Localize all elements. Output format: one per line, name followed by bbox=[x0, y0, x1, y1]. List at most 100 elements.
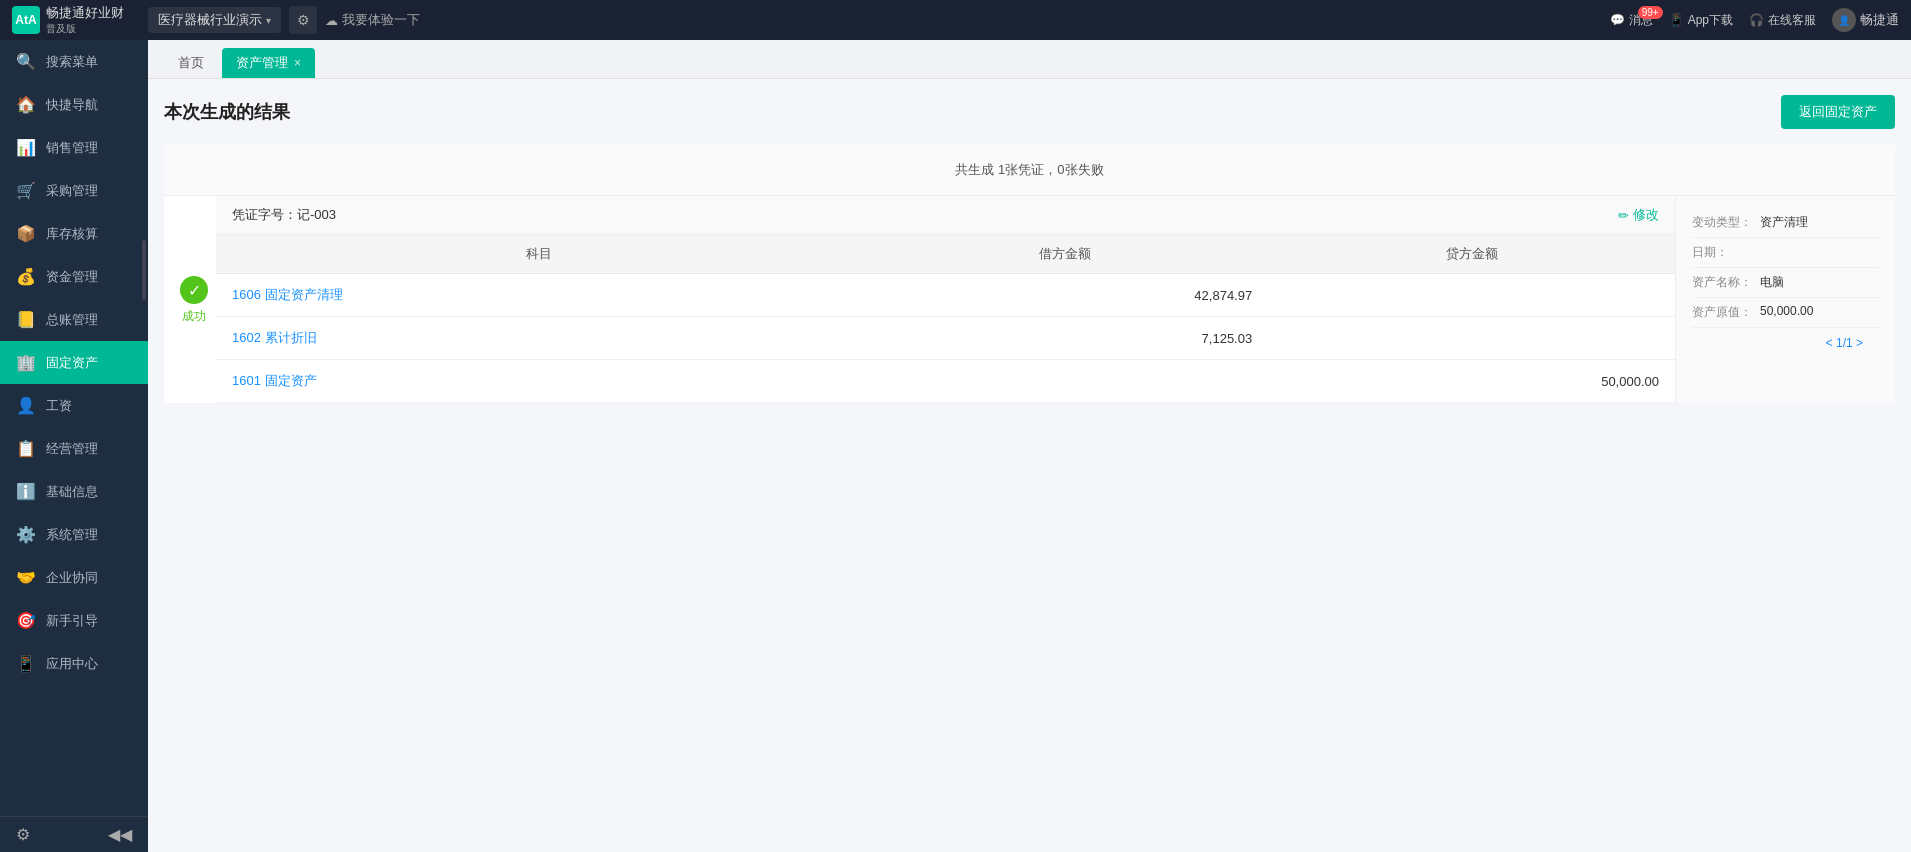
handshake-icon: 🤝 bbox=[16, 568, 36, 587]
home-icon: 🏠 bbox=[16, 95, 36, 114]
sidebar-item-system[interactable]: ⚙️ 系统管理 bbox=[0, 513, 148, 556]
table-row: 1606 固定资产清理 42,874.97 bbox=[216, 274, 1675, 317]
company-name: 医疗器械行业演示 bbox=[158, 11, 262, 29]
sidebar-settings-icon[interactable]: ⚙ bbox=[16, 825, 30, 844]
sidebar-item-payroll[interactable]: 👤 工资 bbox=[0, 384, 148, 427]
return-button[interactable]: 返回固定资产 bbox=[1781, 95, 1895, 129]
tab-asset-mgmt-label: 资产管理 bbox=[236, 54, 288, 72]
edit-label: 修改 bbox=[1633, 206, 1659, 224]
tab-close-icon[interactable]: × bbox=[294, 56, 301, 70]
result-panel: 共生成 1张凭证，0张失败 ✓ 成功 凭证字号：记-003 bbox=[164, 145, 1895, 403]
sidebar-item-label: 工资 bbox=[46, 397, 72, 415]
subject-cell-1: 1606 固定资产清理 bbox=[216, 274, 861, 317]
sidebar-item-guide[interactable]: 🎯 新手引导 bbox=[0, 599, 148, 642]
sidebar-item-label: 企业协同 bbox=[46, 569, 98, 587]
experience-label: 我要体验一下 bbox=[342, 11, 420, 29]
voucher-table: 科目 借方金额 贷方金额 1606 固定资产清理 42,874.97 bbox=[216, 235, 1675, 403]
original-value-label: 资产原值： bbox=[1692, 304, 1752, 321]
subject-cell-2: 1602 累计折旧 bbox=[216, 317, 861, 360]
topbar-right: 💬 消息 99+ 📱 App下载 🎧 在线客服 👤 畅捷通 bbox=[1610, 8, 1899, 32]
box-icon: 📦 bbox=[16, 224, 36, 243]
sidebar-item-ledger[interactable]: 📒 总账管理 bbox=[0, 298, 148, 341]
pagination: < 1/1 > bbox=[1692, 328, 1879, 358]
app-download-label: App下载 bbox=[1688, 12, 1733, 29]
sidebar-item-purchase[interactable]: 🛒 采购管理 bbox=[0, 169, 148, 212]
main-layout: 🔍 搜索菜单 🏠 快捷导航 📊 销售管理 🛒 采购管理 📦 库存核算 💰 资金管… bbox=[0, 40, 1911, 852]
sidebar-item-label: 系统管理 bbox=[46, 526, 98, 544]
sidebar-item-label: 快捷导航 bbox=[46, 96, 98, 114]
tab-asset-mgmt[interactable]: 资产管理 × bbox=[222, 48, 315, 78]
sidebar-item-cooperation[interactable]: 🤝 企业协同 bbox=[0, 556, 148, 599]
sidebar-item-quick-nav[interactable]: 🏠 快捷导航 bbox=[0, 83, 148, 126]
sidebar-item-label: 搜索菜单 bbox=[46, 53, 98, 71]
logo-sub: 普及版 bbox=[46, 22, 124, 36]
sidebar-collapse-icon[interactable]: ◀◀ bbox=[108, 825, 132, 844]
sidebar: 🔍 搜索菜单 🏠 快捷导航 📊 销售管理 🛒 采购管理 📦 库存核算 💰 资金管… bbox=[0, 40, 148, 852]
sidebar-item-inventory[interactable]: 📦 库存核算 bbox=[0, 212, 148, 255]
tab-home-label: 首页 bbox=[178, 55, 204, 70]
prev-page-button[interactable]: < bbox=[1826, 336, 1833, 350]
sidebar-item-search[interactable]: 🔍 搜索菜单 bbox=[0, 40, 148, 83]
sidebar-item-operations[interactable]: 📋 经营管理 bbox=[0, 427, 148, 470]
page-title: 本次生成的结果 bbox=[164, 100, 290, 124]
asset-name-value: 电脑 bbox=[1760, 274, 1784, 291]
company-selector[interactable]: 医疗器械行业演示 ▾ bbox=[148, 7, 281, 33]
sidebar-item-label: 基础信息 bbox=[46, 483, 98, 501]
logo-area: AtA 畅捷通好业财 普及版 bbox=[12, 4, 124, 36]
building-icon: 🏢 bbox=[16, 353, 36, 372]
sidebar-item-fixed-assets[interactable]: 🏢 固定资产 bbox=[0, 341, 148, 384]
online-support-label: 在线客服 bbox=[1768, 12, 1816, 29]
subject-cell-3: 1601 固定资产 bbox=[216, 360, 861, 403]
tab-bar: 首页 资产管理 × bbox=[148, 40, 1911, 79]
app-download-button[interactable]: 📱 App下载 bbox=[1669, 12, 1733, 29]
sidebar-item-label: 应用中心 bbox=[46, 655, 98, 673]
message-icon: 💬 bbox=[1610, 13, 1625, 27]
original-value-row: 资产原值： 50,000.00 bbox=[1692, 298, 1879, 328]
date-row: 日期： bbox=[1692, 238, 1879, 268]
target-icon: 🎯 bbox=[16, 611, 36, 630]
chevron-down-icon: ▾ bbox=[266, 15, 271, 26]
success-label: 成功 bbox=[182, 308, 206, 325]
sidebar-item-label: 销售管理 bbox=[46, 139, 98, 157]
side-info-panel: 变动类型： 资产清理 日期： 资产名称： 电脑 资产原值： bbox=[1675, 196, 1895, 403]
online-support-button[interactable]: 🎧 在线客服 bbox=[1749, 12, 1816, 29]
tab-home[interactable]: 首页 bbox=[164, 48, 218, 78]
success-icon: ✓ bbox=[180, 276, 208, 304]
sidebar-item-label: 新手引导 bbox=[46, 612, 98, 630]
topbar-left: AtA 畅捷通好业财 普及版 医疗器械行业演示 ▾ ⚙ ☁ 我要体验一下 bbox=[12, 4, 420, 36]
headset-icon: 🎧 bbox=[1749, 13, 1764, 27]
person-icon: 👤 bbox=[16, 396, 36, 415]
cart-icon: 🛒 bbox=[16, 181, 36, 200]
voucher-main: 凭证字号：记-003 ✏ 修改 科目 借方金额 bbox=[216, 196, 1675, 403]
experience-button[interactable]: ☁ 我要体验一下 bbox=[325, 11, 420, 29]
sidebar-item-label: 采购管理 bbox=[46, 182, 98, 200]
edit-button[interactable]: ✏ 修改 bbox=[1618, 206, 1659, 224]
sidebar-item-sales[interactable]: 📊 销售管理 bbox=[0, 126, 148, 169]
logo-abbr: AtA bbox=[15, 13, 36, 27]
messages-badge: 99+ bbox=[1638, 6, 1663, 19]
credit-cell-1 bbox=[1268, 274, 1675, 317]
system-icon: ⚙️ bbox=[16, 525, 36, 544]
asset-name-row: 资产名称： 电脑 bbox=[1692, 268, 1879, 298]
sidebar-item-label: 总账管理 bbox=[46, 311, 98, 329]
page-indicator: 1/1 bbox=[1836, 336, 1856, 350]
cloud-icon: ☁ bbox=[325, 13, 338, 28]
next-page-button[interactable]: > bbox=[1856, 336, 1863, 350]
sidebar-item-basic-info[interactable]: ℹ️ 基础信息 bbox=[0, 470, 148, 513]
sidebar-item-app-center[interactable]: 📱 应用中心 bbox=[0, 642, 148, 685]
logo-text: 畅捷通好业财 bbox=[46, 4, 124, 22]
settings-button[interactable]: ⚙ bbox=[289, 6, 317, 34]
status-cell: ✓ 成功 bbox=[164, 196, 216, 325]
user-area[interactable]: 👤 畅捷通 bbox=[1832, 8, 1899, 32]
table-row: 1602 累计折旧 7,125.03 bbox=[216, 317, 1675, 360]
search-icon: 🔍 bbox=[16, 52, 36, 71]
debit-cell-1: 42,874.97 bbox=[861, 274, 1268, 317]
sidebar-item-label: 固定资产 bbox=[46, 354, 98, 372]
sidebar-item-funds[interactable]: 💰 资金管理 bbox=[0, 255, 148, 298]
mobile-icon: 📱 bbox=[1669, 13, 1684, 27]
voucher-content: ✓ 成功 凭证字号：记-003 ✏ 修改 bbox=[164, 196, 1675, 403]
info-icon: ℹ️ bbox=[16, 482, 36, 501]
messages-button[interactable]: 💬 消息 99+ bbox=[1610, 12, 1653, 29]
debit-cell-3 bbox=[861, 360, 1268, 403]
app-icon: 📱 bbox=[16, 654, 36, 673]
